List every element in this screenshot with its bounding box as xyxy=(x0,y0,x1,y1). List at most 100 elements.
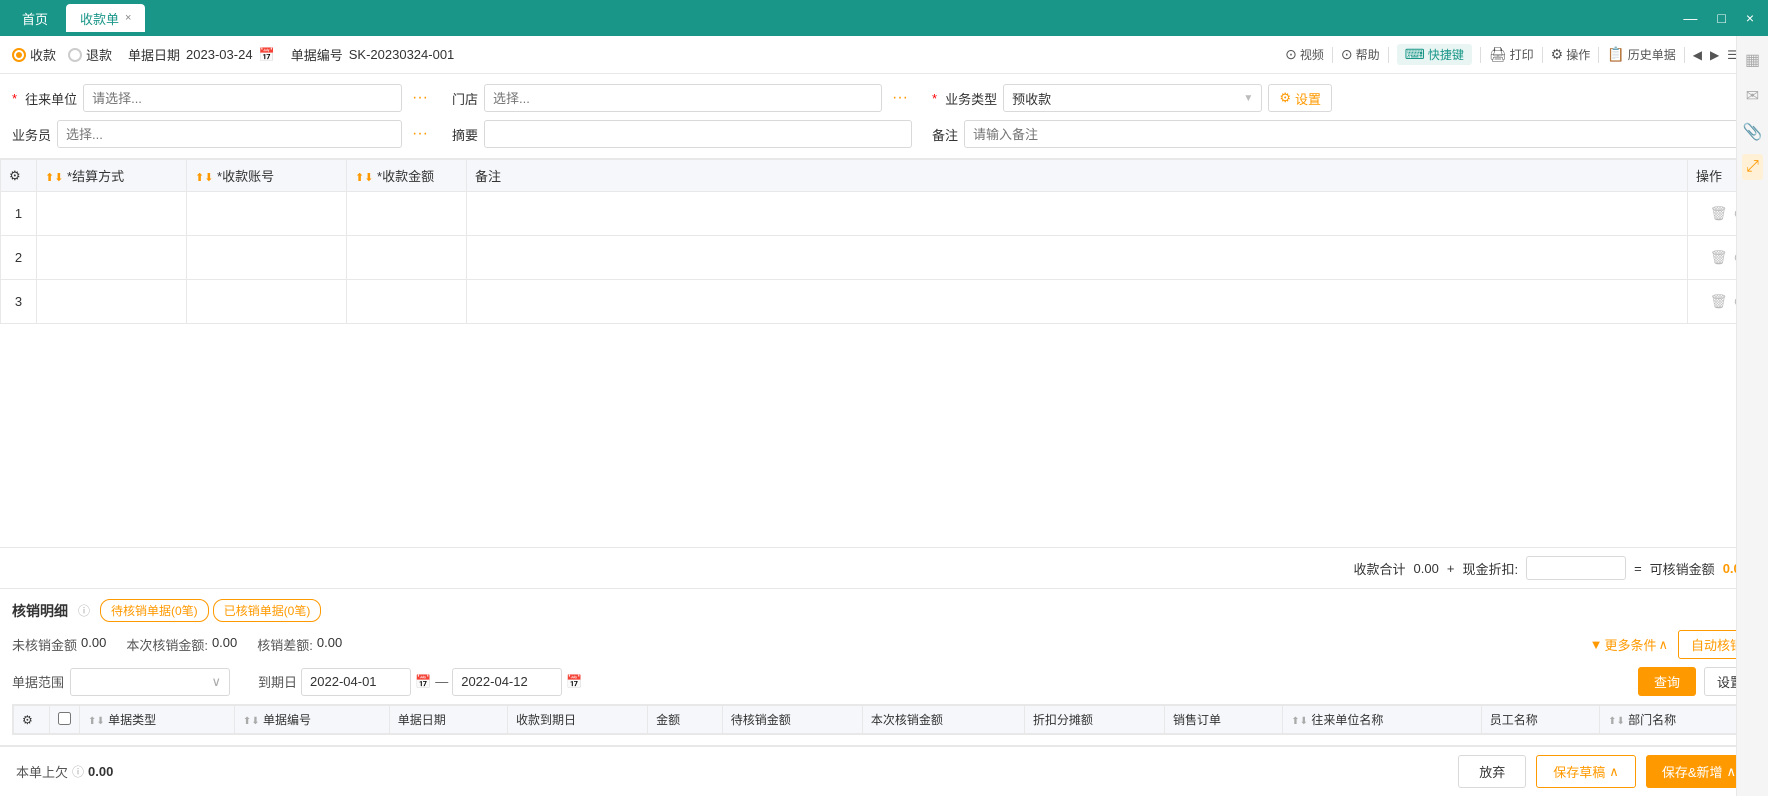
store-input[interactable] xyxy=(484,84,882,112)
date-label: 单据日期 xyxy=(128,45,180,64)
tab-home[interactable]: 首页 xyxy=(8,4,62,32)
history-icon: 📋 xyxy=(1607,46,1624,63)
sidebar-attachment-icon[interactable]: 📎 xyxy=(1739,118,1767,146)
save-new-arrow-icon: ∧ xyxy=(1726,764,1736,780)
sort-counterparty-icon[interactable]: ⬆⬇ xyxy=(1291,716,1308,727)
vth-counterparty: ⬆⬇ 往来单位名称 xyxy=(1283,706,1482,734)
shortcut-btn[interactable]: ⌨ 快捷键 xyxy=(1397,44,1472,65)
more-conditions-btn[interactable]: ▼ 更多条件 ∧ xyxy=(1590,635,1668,654)
more-conditions-label: 更多条件 xyxy=(1604,635,1656,654)
sidebar-email-icon[interactable]: ✉ xyxy=(1742,82,1763,110)
row-3-note[interactable] xyxy=(467,280,1688,324)
th-settings[interactable]: ⚙ xyxy=(1,160,37,192)
close-btn[interactable]: × xyxy=(1740,10,1760,26)
vth-checkbox: ⚙ xyxy=(14,706,50,734)
row-2-amount[interactable] xyxy=(347,236,467,280)
receipt-radio-label: 收款 xyxy=(30,45,56,64)
tab-close-icon[interactable]: × xyxy=(125,12,131,24)
actions-btn[interactable]: ⚙ 操作 xyxy=(1551,46,1591,63)
vth-discount: 折扣分摊额 xyxy=(1024,706,1164,734)
store-more-btn[interactable]: ··· xyxy=(888,89,912,107)
row-2-account[interactable] xyxy=(187,236,347,280)
maximize-btn[interactable]: □ xyxy=(1711,10,1731,26)
sort-doc-type-icon[interactable]: ⬆⬇ xyxy=(88,716,105,727)
row-1-amount[interactable] xyxy=(347,192,467,236)
table-settings-icon-2[interactable]: ⚙ xyxy=(22,713,33,727)
vth-doc-number: ⬆⬇ 单据编号 xyxy=(234,706,389,734)
shortcut-label: 快捷键 xyxy=(1428,46,1464,63)
range-select-arrow: ∨ xyxy=(212,674,222,690)
prev-btn[interactable]: ◀ xyxy=(1693,48,1702,62)
help-btn[interactable]: ⊙ 帮助 xyxy=(1341,46,1380,63)
table-settings-icon[interactable]: ⚙ xyxy=(9,168,21,183)
actions-label: 操作 xyxy=(1566,46,1590,63)
form-row-1: * 往来单位 ··· 门店 ··· * 业务类型 预收款 ▼ ⚙ xyxy=(12,84,1756,112)
vth-sales-order: 销售订单 xyxy=(1164,706,1282,734)
row-3-account[interactable] xyxy=(187,280,347,324)
row-2-settlement[interactable] xyxy=(37,236,187,280)
date-from-input[interactable] xyxy=(301,668,411,696)
print-btn[interactable]: 🖨 打印 xyxy=(1489,46,1534,63)
tab-home-label: 首页 xyxy=(22,9,48,28)
business-type-field: * 业务类型 预收款 ▼ ⚙ 设置 xyxy=(932,84,1332,112)
refund-radio[interactable]: 退款 xyxy=(68,45,112,64)
staff-more-btn[interactable]: ··· xyxy=(408,125,432,143)
date-to-input[interactable] xyxy=(452,668,562,696)
vth-checkbox-2 xyxy=(50,706,80,734)
select-all-checkbox[interactable] xyxy=(58,712,71,725)
business-type-required-mark: * xyxy=(932,91,937,106)
tab-bar: 首页 收款单 × — □ × xyxy=(0,0,1768,36)
row-3-settlement[interactable] xyxy=(37,280,187,324)
table-row: 2 🗑 ⊕ xyxy=(1,236,1768,280)
note-input[interactable] xyxy=(964,120,1756,148)
sort-dept-icon[interactable]: ⬆⬇ xyxy=(1608,716,1625,727)
counterparty-input[interactable] xyxy=(83,84,402,112)
note-field: 备注 xyxy=(932,120,1756,148)
range-select[interactable]: ∨ xyxy=(70,668,230,696)
row-1-account[interactable] xyxy=(187,192,347,236)
counterparty-more-btn[interactable]: ··· xyxy=(408,89,432,107)
row-3-delete-icon[interactable]: 🗑 xyxy=(1710,293,1728,310)
verify-info-icon[interactable]: ⓘ xyxy=(78,602,90,619)
th-note: 备注 xyxy=(467,160,1688,192)
summary-input[interactable] xyxy=(484,120,912,148)
date-calendar-icon[interactable]: 📅 xyxy=(259,47,275,63)
sidebar-expand-icon[interactable]: ⤢ xyxy=(1742,154,1763,180)
save-draft-btn[interactable]: 保存草稿 ∧ xyxy=(1536,755,1636,788)
date-to-calendar-icon[interactable]: 📅 xyxy=(566,674,582,690)
query-btn[interactable]: 查询 xyxy=(1638,667,1696,696)
date-value[interactable]: 2023-03-24 xyxy=(186,47,253,62)
video-btn[interactable]: ⊙ 视频 xyxy=(1285,46,1324,63)
business-settings-btn[interactable]: ⚙ 设置 xyxy=(1268,84,1332,112)
counterparty-required-mark: * xyxy=(12,91,17,106)
row-2-delete-icon[interactable]: 🗑 xyxy=(1710,249,1728,266)
refund-radio-dot xyxy=(68,48,82,62)
row-1-delete-icon[interactable]: 🗑 xyxy=(1710,205,1728,222)
print-icon: 🖨 xyxy=(1489,46,1507,63)
verify-tab-done[interactable]: 已核销单据(0笔) xyxy=(213,599,322,622)
minimize-btn[interactable]: — xyxy=(1677,10,1703,26)
divider-6 xyxy=(1684,47,1685,63)
date-from-calendar-icon[interactable]: 📅 xyxy=(415,674,431,690)
table-row: 1 🗑 ⊕ xyxy=(1,192,1768,236)
bottom-info-icon[interactable]: ⓘ xyxy=(72,763,84,780)
form-row-2: 业务员 ··· 摘要 备注 xyxy=(12,120,1756,148)
row-1-note[interactable] xyxy=(467,192,1688,236)
row-1-settlement[interactable] xyxy=(37,192,187,236)
discount-input[interactable] xyxy=(1526,556,1626,580)
print-label: 打印 xyxy=(1510,46,1534,63)
business-type-select[interactable]: 预收款 ▼ xyxy=(1003,84,1262,112)
history-btn[interactable]: 📋 历史单据 xyxy=(1607,46,1675,63)
tab-active[interactable]: 收款单 × xyxy=(66,4,145,32)
row-2-note[interactable] xyxy=(467,236,1688,280)
discard-btn[interactable]: 放弃 xyxy=(1458,755,1526,788)
next-btn[interactable]: ▶ xyxy=(1710,48,1719,62)
sidebar-table-icon[interactable]: ▦ xyxy=(1741,46,1764,74)
vth-doc-date: 单据日期 xyxy=(389,706,507,734)
staff-input[interactable] xyxy=(57,120,402,148)
sort-doc-number-icon[interactable]: ⬆⬇ xyxy=(243,716,260,727)
diff-value: 0.00 xyxy=(317,635,342,654)
receipt-radio[interactable]: 收款 xyxy=(12,45,56,64)
row-3-amount[interactable] xyxy=(347,280,467,324)
verify-tab-pending[interactable]: 待核销单据(0笔) xyxy=(100,599,209,622)
